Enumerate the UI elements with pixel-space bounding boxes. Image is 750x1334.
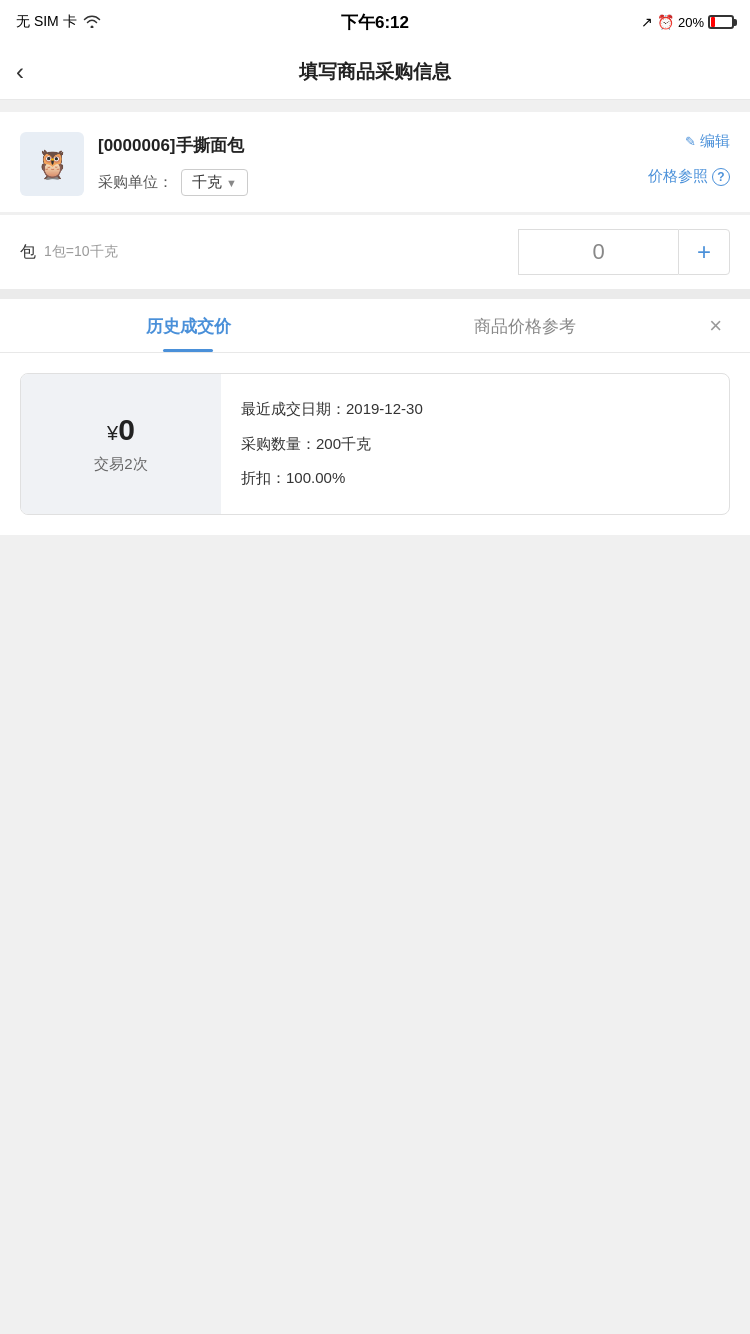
trade-count: 交易2次 [94,455,147,474]
history-content: ¥0 交易2次 最近成交日期：2019-12-30 采购数量：200千克 折扣：… [0,353,750,535]
discount-value: 100.00% [286,469,345,486]
quantity-left: 包 1包=10千克 [20,242,118,263]
date-value: 2019-12-30 [346,400,423,417]
discount-rate: 折扣：100.00% [241,467,709,490]
battery-percent: 20% [678,15,704,30]
history-card-price-side: ¥0 交易2次 [21,374,221,514]
status-bar: 无 SIM 卡 下午6:12 ↗ ⏰ 20% [0,0,750,44]
nav-bar: ‹ 填写商品采购信息 [0,44,750,100]
back-button[interactable]: ‹ [16,50,36,94]
price-ref-label: 价格参照 [648,167,708,186]
quantity-detail-value: 200千克 [316,435,371,452]
close-icon: × [709,313,722,338]
product-thumbnail: 🦉 [20,132,84,196]
quantity-row: 包 1包=10千克 0 + [0,215,750,289]
product-left: 🦉 [0000006]手撕面包 采购单位： 千克 ▼ [20,132,248,196]
section-divider [0,289,750,299]
location-icon: ↗ [641,14,653,30]
date-label: 最近成交日期： [241,400,346,417]
status-left: 无 SIM 卡 [16,13,101,31]
product-unit-row: 采购单位： 千克 ▼ [98,169,248,196]
tabs-close-button[interactable]: × [701,305,730,347]
quantity-section: 包 1包=10千克 0 + [0,214,750,289]
wifi-icon [83,14,101,31]
quantity-increment-button[interactable]: + [678,229,730,275]
status-time: 下午6:12 [341,11,409,34]
quantity-right: 0 + [518,229,730,275]
tab-history-price[interactable]: 历史成交价 [20,299,357,352]
discount-label: 折扣： [241,469,286,486]
alarm-icon: ⏰ [657,14,674,30]
tab1-label: 历史成交价 [146,317,231,336]
edit-label: 编辑 [700,132,730,151]
tab-price-reference[interactable]: 商品价格参考 [357,299,694,352]
history-transaction-card: ¥0 交易2次 最近成交日期：2019-12-30 采购数量：200千克 折扣：… [20,373,730,515]
battery-icon [708,15,734,29]
tabs-section: 历史成交价 商品价格参考 × ¥0 交易2次 最近成交日期：2019-12-30… [0,299,750,535]
unit-select-dropdown[interactable]: 千克 ▼ [181,169,248,196]
history-card-detail-side: 最近成交日期：2019-12-30 采购数量：200千克 折扣：100.00% [221,374,729,514]
dropdown-arrow-icon: ▼ [226,177,237,189]
quantity-label: 采购数量： [241,435,316,452]
carrier-text: 无 SIM 卡 [16,13,77,31]
quantity-input[interactable]: 0 [518,229,678,275]
product-right: ✎ 编辑 价格参照 ? [648,132,730,186]
last-transaction-date: 最近成交日期：2019-12-30 [241,398,709,421]
tab2-label: 商品价格参考 [474,317,576,336]
status-right: ↗ ⏰ 20% [641,14,734,30]
price-reference-button[interactable]: 价格参照 ? [648,167,730,186]
product-header: 🦉 [0000006]手撕面包 采购单位： 千克 ▼ ✎ 编辑 价格参照 [20,132,730,196]
product-logo-icon: 🦉 [35,148,70,181]
price-value: 0 [118,413,135,446]
quantity-unit-badge: 包 [20,242,36,263]
history-price-display: ¥0 [107,413,135,447]
bottom-empty-area [0,535,750,1135]
tabs-header: 历史成交价 商品价格参考 × [0,299,750,353]
page-title: 填写商品采购信息 [299,59,451,85]
currency-symbol: ¥ [107,422,118,444]
product-name: [0000006]手撕面包 [98,134,248,157]
unit-value: 千克 [192,173,222,192]
edit-icon: ✎ [685,134,696,149]
edit-button[interactable]: ✎ 编辑 [685,132,730,151]
quantity-value: 0 [592,239,604,265]
purchase-quantity: 采购数量：200千克 [241,433,709,456]
product-info: [0000006]手撕面包 采购单位： 千克 ▼ [98,132,248,196]
plus-icon: + [697,238,711,266]
product-card: 🦉 [0000006]手撕面包 采购单位： 千克 ▼ ✎ 编辑 价格参照 [0,112,750,212]
unit-label: 采购单位： [98,173,173,192]
help-icon: ? [712,168,730,186]
quantity-conversion: 1包=10千克 [44,243,118,261]
